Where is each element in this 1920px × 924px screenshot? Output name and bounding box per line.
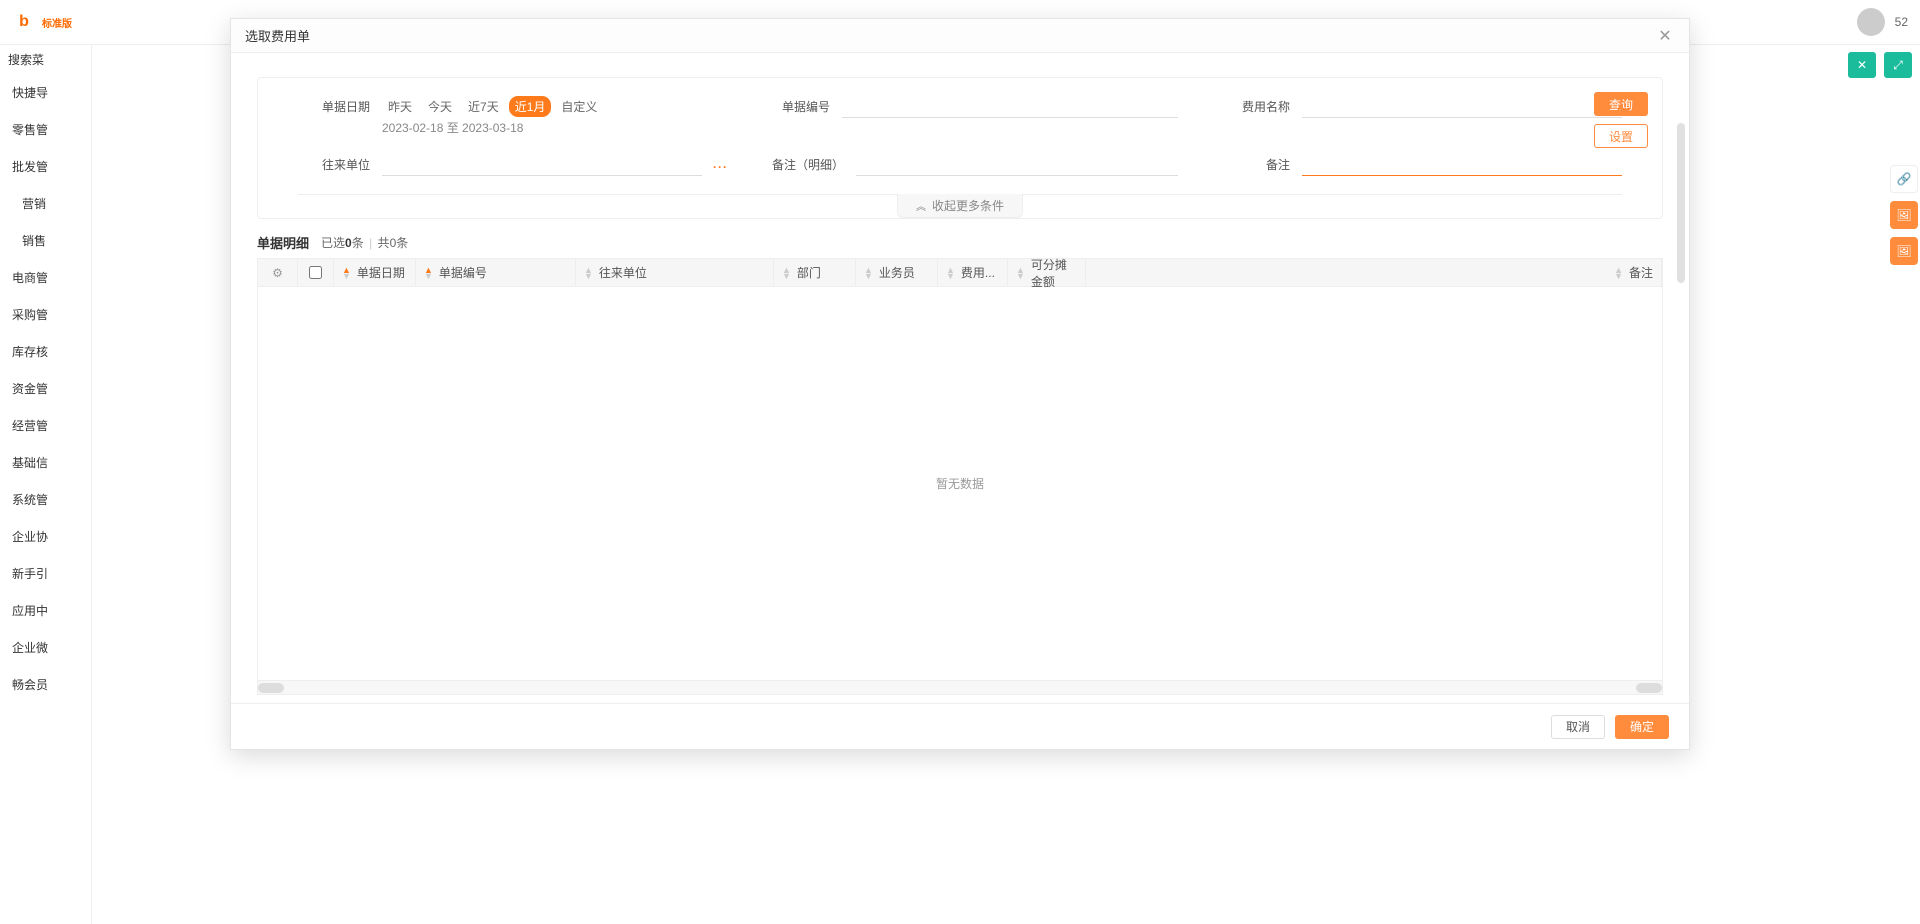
date-quick-picks: 昨天 今天 近7天 近1月 自定义 bbox=[382, 96, 718, 117]
filter-party-label: 往来单位 bbox=[298, 154, 370, 176]
col-label: 单据编号 bbox=[439, 264, 487, 281]
sort-icon: ▲▼ bbox=[864, 267, 873, 279]
col-label: 可分摊金额 bbox=[1031, 256, 1077, 290]
filter-date-label: 单据日期 bbox=[298, 96, 370, 118]
horizontal-scrollbar[interactable] bbox=[258, 680, 1662, 694]
filter-remark-d-label: 备注（明细） bbox=[758, 154, 844, 176]
scroll-thumb-right[interactable] bbox=[1636, 683, 1662, 693]
table-body: 暂无数据 bbox=[258, 287, 1662, 680]
col-label: 备注 bbox=[1629, 264, 1653, 281]
sort-icon: ▲▼ bbox=[782, 267, 791, 279]
close-icon[interactable]: ✕ bbox=[1655, 26, 1675, 46]
sort-icon: ▲▼ bbox=[584, 267, 593, 279]
sel-prefix: 已选 bbox=[321, 236, 345, 250]
remark-input[interactable] bbox=[1302, 154, 1622, 176]
date-quick-custom[interactable]: 自定义 bbox=[555, 96, 603, 117]
col-label: 部门 bbox=[797, 264, 821, 281]
remark-detail-input[interactable] bbox=[856, 154, 1178, 176]
collapse-label: 收起更多条件 bbox=[932, 197, 1004, 214]
col-party[interactable]: ▲▼ 往来单位 bbox=[576, 259, 774, 286]
modal-header: 选取费用单 ✕ bbox=[231, 19, 1689, 53]
detail-title: 单据明细 bbox=[257, 233, 309, 252]
date-quick-1m[interactable]: 近1月 bbox=[509, 96, 552, 117]
sel-suffix: 条 bbox=[352, 236, 364, 250]
sort-icon: ▲▼ bbox=[1614, 267, 1623, 279]
filter-fee: 费用名称 ··· bbox=[1218, 96, 1622, 136]
sort-icon: ▲▼ bbox=[342, 267, 351, 279]
chevron-up-icon bbox=[916, 198, 926, 213]
detail-header: 单据明细 已选0条 | 共0条 bbox=[257, 233, 1663, 252]
code-input[interactable] bbox=[842, 96, 1178, 118]
detail-summary: 已选0条 | 共0条 bbox=[321, 234, 408, 251]
col-label: 费用... bbox=[961, 264, 995, 281]
filter-party: 往来单位 ··· bbox=[298, 154, 718, 176]
filter-fee-label: 费用名称 bbox=[1218, 96, 1290, 118]
sort-icon: ▲▼ bbox=[946, 267, 955, 279]
empty-state: 暂无数据 bbox=[936, 475, 984, 492]
modal: 选取费用单 ✕ 查询 设置 单据日期 昨天 今天 bbox=[230, 18, 1690, 750]
fee-more-icon[interactable]: ··· bbox=[1617, 102, 1632, 116]
date-quick-today[interactable]: 今天 bbox=[422, 96, 458, 117]
col-staff[interactable]: ▲▼ 业务员 bbox=[856, 259, 938, 286]
date-quick-7d[interactable]: 近7天 bbox=[462, 96, 505, 117]
modal-body: 查询 设置 单据日期 昨天 今天 近7天 近1月 自定义 bbox=[231, 53, 1689, 703]
date-quick-yesterday[interactable]: 昨天 bbox=[382, 96, 418, 117]
sort-icon: ▲▼ bbox=[1016, 267, 1025, 279]
col-select-all[interactable] bbox=[298, 259, 334, 286]
filter-remark-label: 备注 bbox=[1218, 154, 1290, 176]
col-alloc[interactable]: ▲▼可分摊金额 bbox=[1008, 259, 1086, 286]
ok-button[interactable]: 确定 bbox=[1615, 715, 1669, 739]
fee-input[interactable] bbox=[1302, 96, 1622, 118]
col-dept[interactable]: ▲▼ 部门 bbox=[774, 259, 856, 286]
col-code[interactable]: ▲▼ 单据编号 bbox=[416, 259, 576, 286]
filter-code-label: 单据编号 bbox=[758, 96, 830, 118]
vertical-scrollbar[interactable] bbox=[1677, 123, 1685, 683]
date-range-text: 2023-02-18 至 2023-03-18 bbox=[382, 119, 718, 136]
cancel-button[interactable]: 取消 bbox=[1551, 715, 1605, 739]
table: ⚙ ▲▼ 单据日期 ▲▼ 单据编号 ▲▼ 往来单位 ▲▼ 部门 ▲▼ 业务员 ▲▼ 费用..… bbox=[257, 258, 1663, 695]
scroll-thumb-left[interactable] bbox=[258, 683, 284, 693]
col-remark[interactable]: ▲▼ 备注 bbox=[1086, 259, 1662, 286]
select-all-checkbox[interactable] bbox=[309, 266, 322, 279]
filter-remark: 备注 bbox=[1218, 154, 1622, 176]
col-label: 业务员 bbox=[879, 264, 915, 281]
filter-date: 单据日期 昨天 今天 近7天 近1月 自定义 2023-02-18 至 2023… bbox=[298, 96, 718, 136]
filter-panel: 查询 设置 单据日期 昨天 今天 近7天 近1月 自定义 bbox=[257, 77, 1663, 219]
sel-count: 0 bbox=[345, 236, 352, 250]
modal-overlay: 选取费用单 ✕ 查询 设置 单据日期 昨天 今天 bbox=[0, 0, 1920, 924]
tot-suffix: 条 bbox=[396, 236, 408, 250]
modal-footer: 取消 确定 bbox=[231, 703, 1689, 749]
sort-icon: ▲▼ bbox=[424, 267, 433, 279]
col-date[interactable]: ▲▼ 单据日期 bbox=[334, 259, 416, 286]
filter-remark-detail: 备注（明细） bbox=[758, 154, 1178, 176]
filter-collapse-bar: 收起更多条件 bbox=[298, 194, 1622, 218]
col-label: 单据日期 bbox=[357, 264, 405, 281]
col-settings[interactable]: ⚙ bbox=[258, 259, 298, 286]
tot-prefix: 共 bbox=[378, 236, 390, 250]
sep-icon: | bbox=[369, 236, 372, 250]
party-more-icon[interactable]: ··· bbox=[713, 160, 728, 174]
col-label: 往来单位 bbox=[599, 264, 647, 281]
modal-title: 选取费用单 bbox=[245, 26, 310, 45]
filter-code: 单据编号 bbox=[758, 96, 1178, 136]
col-fee[interactable]: ▲▼ 费用... bbox=[938, 259, 1008, 286]
party-input[interactable] bbox=[382, 154, 702, 176]
settings-button[interactable]: 设置 bbox=[1594, 124, 1648, 148]
collapse-toggle[interactable]: 收起更多条件 bbox=[897, 194, 1023, 218]
gear-icon: ⚙ bbox=[272, 266, 283, 280]
table-head: ⚙ ▲▼ 单据日期 ▲▼ 单据编号 ▲▼ 往来单位 ▲▼ 部门 ▲▼ 业务员 ▲▼ 费用..… bbox=[258, 259, 1662, 287]
